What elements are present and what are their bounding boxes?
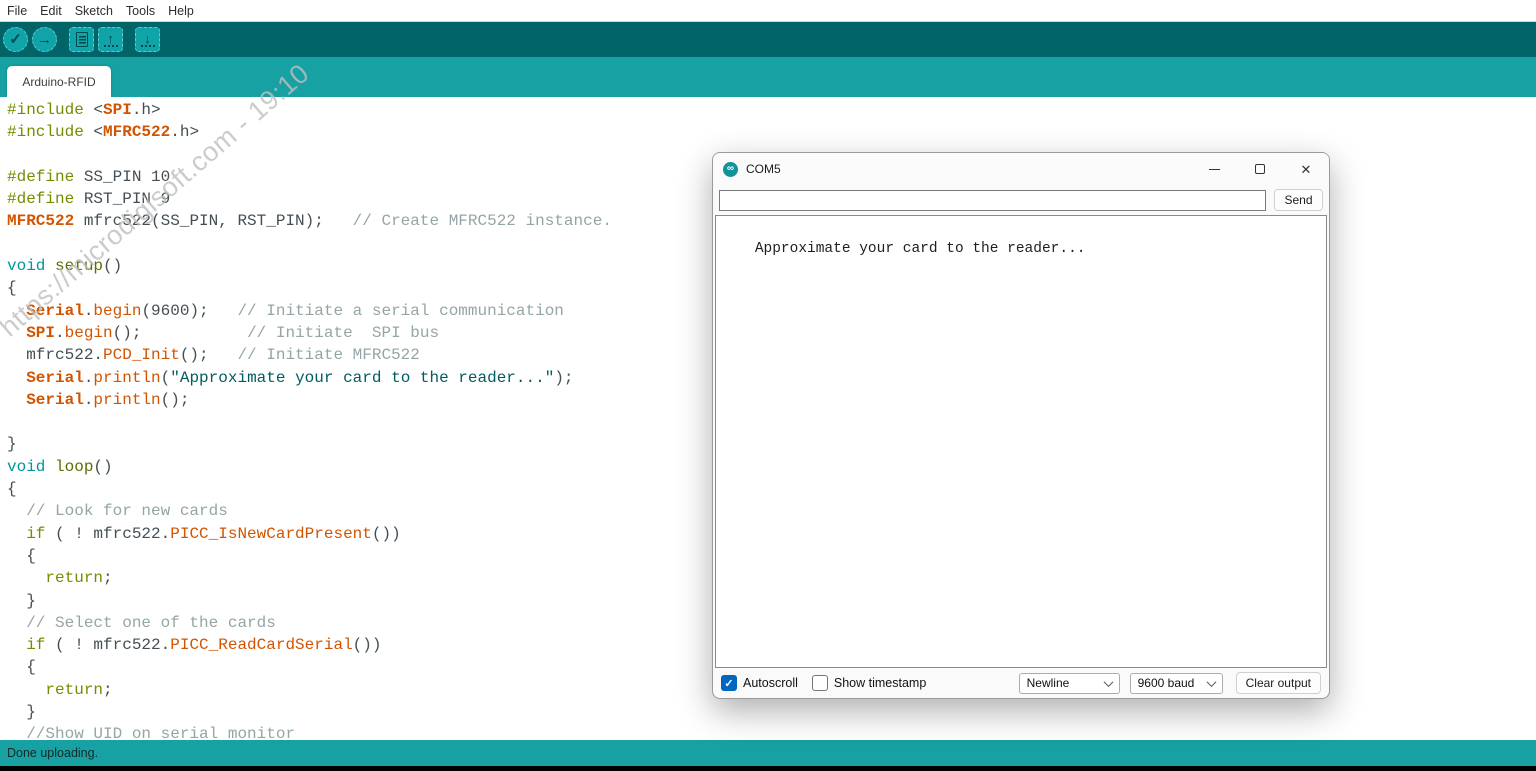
serial-input-row: Send <box>713 185 1329 215</box>
toolbar: ✓ → ↑ ↓ <box>0 22 1536 57</box>
save-button[interactable]: ↓ <box>135 27 160 52</box>
new-sketch-button[interactable] <box>69 27 94 52</box>
chevron-down-icon <box>1103 676 1114 687</box>
tab-strip: Arduino-RFID <box>0 57 1536 97</box>
open-button[interactable]: ↑ <box>98 27 123 52</box>
arduino-infinity-icon: ∞ <box>723 161 738 177</box>
serial-monitor-titlebar[interactable]: ∞ COM5 ✕ <box>713 153 1329 185</box>
send-button[interactable]: Send <box>1274 189 1323 211</box>
line-ending-dropdown[interactable]: Newline <box>1018 672 1120 694</box>
tab-label: Arduino-RFID <box>22 74 96 89</box>
serial-output-text: Approximate your card to the reader... <box>754 241 1086 257</box>
clear-output-button[interactable]: Clear output <box>1235 672 1321 694</box>
menu-sketch[interactable]: Sketch <box>75 4 113 18</box>
up-arrow-icon: ↑ <box>103 32 118 47</box>
autoscroll-label: Autoscroll <box>743 676 798 690</box>
menu-file[interactable]: File <box>7 4 27 18</box>
autoscroll-checkbox[interactable] <box>721 675 737 691</box>
menu-bar: File Edit Sketch Tools Help <box>0 0 1536 22</box>
check-icon: ✓ <box>9 31 22 48</box>
down-arrow-icon: ↓ <box>140 32 155 47</box>
serial-input[interactable] <box>719 189 1266 211</box>
console-strip <box>0 766 1536 771</box>
status-message: Done uploading. <box>7 746 99 760</box>
serial-output: Approximate your card to the reader... <box>715 215 1327 668</box>
window-controls: ✕ <box>1191 153 1329 185</box>
chevron-down-icon <box>1206 676 1217 687</box>
status-bar: Done uploading. <box>0 740 1536 766</box>
show-timestamp-checkbox[interactable] <box>811 675 828 691</box>
close-button[interactable]: ✕ <box>1283 153 1329 185</box>
serial-monitor-bottombar: Autoscroll Show timestamp Newline 9600 b… <box>713 668 1329 698</box>
window-title: COM5 <box>746 162 781 176</box>
upload-button[interactable]: → <box>32 27 57 52</box>
menu-edit[interactable]: Edit <box>40 4 62 18</box>
tab-arduino-rfid[interactable]: Arduino-RFID <box>7 66 111 97</box>
menu-tools[interactable]: Tools <box>126 4 155 18</box>
verify-button[interactable]: ✓ <box>3 27 28 52</box>
minimize-button[interactable] <box>1191 153 1237 185</box>
document-icon <box>75 32 88 47</box>
maximize-icon <box>1255 164 1265 174</box>
serial-monitor-window: ∞ COM5 ✕ Send Approximate your card to t… <box>712 152 1330 699</box>
minimize-icon <box>1208 168 1220 170</box>
show-timestamp-label: Show timestamp <box>833 676 927 690</box>
right-arrow-icon: → <box>37 31 52 48</box>
maximize-button[interactable] <box>1237 153 1283 185</box>
menu-help[interactable]: Help <box>168 4 194 18</box>
baud-rate-dropdown[interactable]: 9600 baud <box>1129 672 1223 694</box>
close-icon: ✕ <box>1300 161 1312 177</box>
